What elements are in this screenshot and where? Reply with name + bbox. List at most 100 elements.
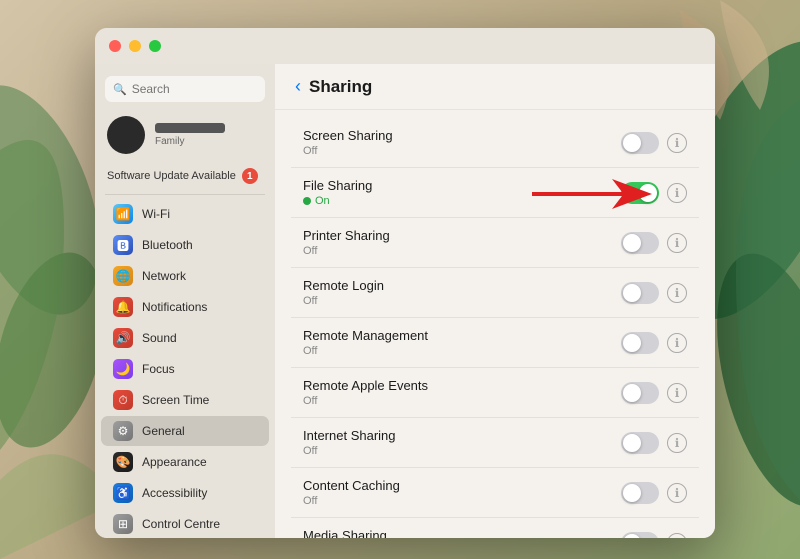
sharing-info-remote-apple-events: Remote Apple Events Off: [303, 378, 611, 407]
focus-icon: 🌙: [113, 359, 133, 379]
toggle-knob-remote-management: [623, 334, 641, 352]
sharing-info-remote-login: Remote Login Off: [303, 278, 611, 307]
sharing-controls-internet-sharing: ℹ: [621, 432, 687, 454]
minimize-button[interactable]: [129, 40, 141, 52]
sidebar-item-label-focus: Focus: [142, 362, 175, 376]
window-content: 🔍 Family Software Update Available 1 📶Wi…: [95, 64, 715, 538]
sidebar-item-network[interactable]: 🌐 Network: [101, 261, 269, 291]
info-button-remote-login[interactable]: ℹ: [667, 283, 687, 303]
info-button-printer-sharing[interactable]: ℹ: [667, 233, 687, 253]
network-icon: 🌐: [113, 266, 133, 286]
back-button[interactable]: ‹: [295, 76, 301, 97]
main-panel: ‹ Sharing Screen SharingOffℹFile Sharing…: [275, 64, 715, 538]
sharing-status-remote-login: Off: [303, 295, 611, 307]
sharing-name-printer-sharing: Printer Sharing: [303, 228, 611, 243]
sharing-controls-remote-apple-events: ℹ: [621, 382, 687, 404]
toggle-remote-login[interactable]: [621, 282, 659, 304]
sidebar-divider-1: [105, 194, 265, 195]
sidebar-item-label-screentime: Screen Time: [142, 393, 209, 407]
notif-icon: 🔔: [113, 297, 133, 317]
sharing-info-printer-sharing: Printer Sharing Off: [303, 228, 611, 257]
info-button-file-sharing[interactable]: ℹ: [667, 183, 687, 203]
sidebar-item-label-network: Network: [142, 269, 186, 283]
sidebar-item-notifications[interactable]: 🔔Notifications: [101, 292, 269, 322]
toggle-remote-apple-events[interactable]: [621, 382, 659, 404]
sharing-status-printer-sharing: Off: [303, 245, 611, 257]
sharing-name-remote-login: Remote Login: [303, 278, 611, 293]
search-icon: 🔍: [113, 83, 127, 96]
sharing-name-remote-apple-events: Remote Apple Events: [303, 378, 611, 393]
sharing-item-remote-login: Remote Login Off ℹ: [291, 268, 699, 318]
user-profile[interactable]: Family: [95, 110, 275, 160]
sidebar-item-controlcentre[interactable]: ⊞Control Centre: [101, 509, 269, 538]
toggle-knob-remote-apple-events: [623, 384, 641, 402]
panel-header: ‹ Sharing: [275, 64, 715, 110]
user-name-bar: [155, 123, 225, 133]
sharing-status-remote-apple-events: Off: [303, 395, 611, 407]
sidebar-items-list: 📶Wi-Fi🅱Bluetooth 🌐 Network 🔔Notifications🔊S…: [95, 199, 275, 538]
sidebar-item-bluetooth[interactable]: 🅱Bluetooth: [101, 230, 269, 260]
sharing-status-internet-sharing: Off: [303, 445, 611, 457]
info-button-remote-management[interactable]: ℹ: [667, 333, 687, 353]
status-dot-file-sharing: [303, 197, 311, 205]
software-update-label: Software Update Available: [107, 170, 236, 182]
search-input[interactable]: [132, 82, 257, 96]
sidebar-item-wifi[interactable]: 📶Wi-Fi: [101, 199, 269, 229]
search-box[interactable]: 🔍: [105, 76, 265, 102]
sharing-info-remote-management: Remote ManagementOff: [303, 328, 611, 357]
info-button-screen-sharing[interactable]: ℹ: [667, 133, 687, 153]
close-button[interactable]: [109, 40, 121, 52]
sidebar-item-label-sound: Sound: [142, 331, 177, 345]
accessibility-icon: ♿: [113, 483, 133, 503]
sharing-name-media-sharing: Media Sharing: [303, 528, 611, 538]
general-icon: ⚙: [113, 421, 133, 441]
title-bar: [95, 28, 715, 64]
sharing-controls-content-caching: ℹ: [621, 482, 687, 504]
info-button-content-caching[interactable]: ℹ: [667, 483, 687, 503]
toggle-knob-screen-sharing: [623, 134, 641, 152]
sidebar-item-accessibility[interactable]: ♿ Accessibility: [101, 478, 269, 508]
software-update-item[interactable]: Software Update Available 1: [95, 164, 275, 188]
sidebar-item-focus[interactable]: 🌙 Focus: [101, 354, 269, 384]
sharing-status-screen-sharing: Off: [303, 145, 611, 157]
update-badge: 1: [242, 168, 258, 184]
sharing-item-remote-management: Remote ManagementOff ℹ: [291, 318, 699, 368]
appearance-icon: 🎨: [113, 452, 133, 472]
maximize-button[interactable]: [149, 40, 161, 52]
toggle-knob-remote-login: [623, 284, 641, 302]
controlcentre-icon: ⊞: [113, 514, 133, 534]
info-button-internet-sharing[interactable]: ℹ: [667, 433, 687, 453]
sidebar: 🔍 Family Software Update Available 1 📶Wi…: [95, 64, 275, 538]
user-info: Family: [155, 123, 225, 147]
sidebar-item-screentime[interactable]: ⏱ Screen Time: [101, 385, 269, 415]
sidebar-item-label-accessibility: Accessibility: [142, 486, 207, 500]
sharing-info-content-caching: Content CachingOff: [303, 478, 611, 507]
info-button-media-sharing[interactable]: ℹ: [667, 533, 687, 539]
sidebar-item-sound[interactable]: 🔊Sound: [101, 323, 269, 353]
sidebar-item-label-appearance: Appearance: [142, 455, 207, 469]
sidebar-item-label-wifi: Wi-Fi: [142, 207, 170, 221]
sharing-name-content-caching: Content Caching: [303, 478, 611, 493]
sharing-controls-screen-sharing: ℹ: [621, 132, 687, 154]
sidebar-item-appearance[interactable]: 🎨 Appearance: [101, 447, 269, 477]
screentime-icon: ⏱: [113, 390, 133, 410]
sharing-controls-media-sharing: ℹ: [621, 532, 687, 539]
toggle-printer-sharing[interactable]: [621, 232, 659, 254]
toggle-knob-printer-sharing: [623, 234, 641, 252]
toggle-remote-management[interactable]: [621, 332, 659, 354]
toggle-content-caching[interactable]: [621, 482, 659, 504]
sharing-info-screen-sharing: Screen SharingOff: [303, 128, 611, 157]
toggle-knob-internet-sharing: [623, 434, 641, 452]
sidebar-item-general[interactable]: ⚙General: [101, 416, 269, 446]
red-arrow: [532, 174, 652, 219]
toggle-internet-sharing[interactable]: [621, 432, 659, 454]
sharing-item-screen-sharing: Screen SharingOff ℹ: [291, 118, 699, 168]
sharing-info-media-sharing: Media SharingOff: [303, 528, 611, 538]
sharing-controls-remote-management: ℹ: [621, 332, 687, 354]
toggle-media-sharing[interactable]: [621, 532, 659, 539]
toggle-knob-media-sharing: [623, 534, 641, 539]
toggle-screen-sharing[interactable]: [621, 132, 659, 154]
sidebar-item-label-bluetooth: Bluetooth: [142, 238, 193, 252]
info-button-remote-apple-events[interactable]: ℹ: [667, 383, 687, 403]
sharing-status-remote-management: Off: [303, 345, 611, 357]
